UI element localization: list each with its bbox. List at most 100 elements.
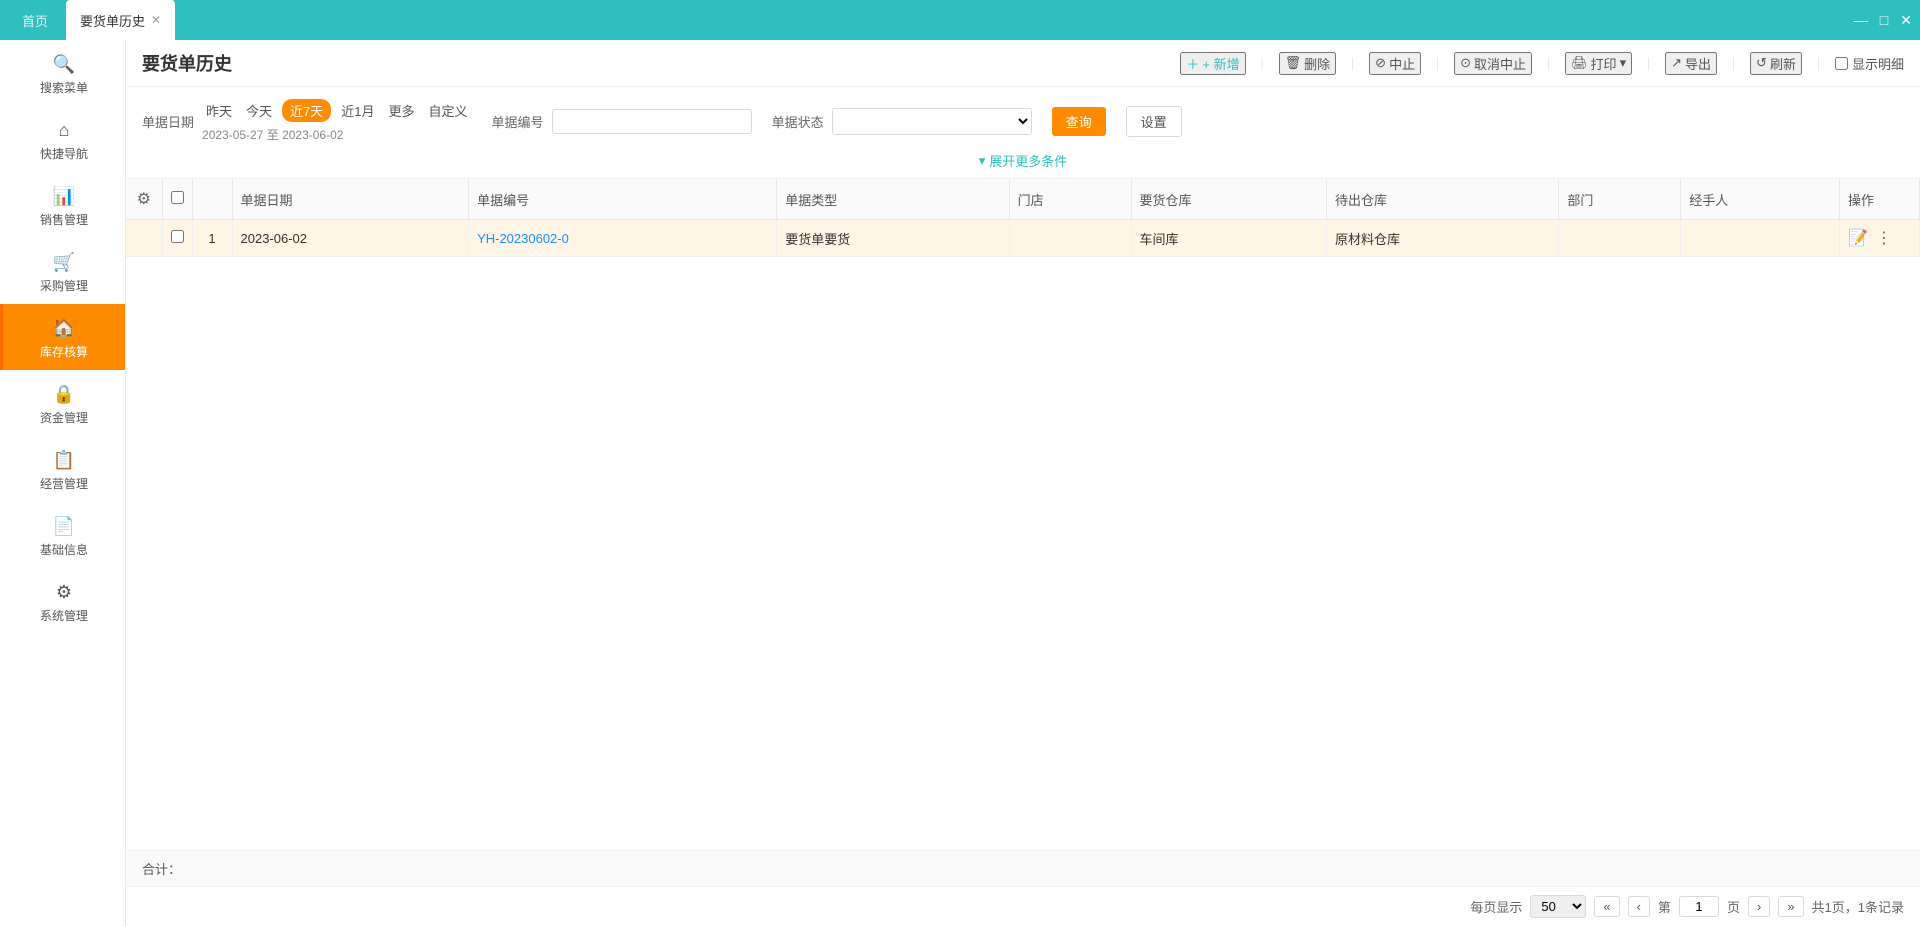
cancel-suspend-icon: ⊙: [1460, 55, 1471, 71]
sidebar-item-search[interactable]: 🔍 搜索菜单: [0, 40, 125, 106]
sidebar-item-inventory[interactable]: 🏠 库存核算: [0, 304, 125, 370]
per-page-label: 每页显示: [1470, 897, 1522, 916]
pagination: 每页显示 10 20 50 100 « ‹ 第 1 页 › » 共1页，1条记录: [126, 886, 1920, 926]
row-department-cell: [1559, 220, 1681, 257]
date-options: 昨天 今天 近7天 近1月 更多 自定义: [202, 99, 472, 122]
date-opt-custom[interactable]: 自定义: [425, 100, 472, 121]
divider4: ｜: [1542, 54, 1555, 73]
expand-icon: ▾: [979, 153, 986, 169]
sidebar-item-system[interactable]: ⚙ 系统管理: [0, 568, 125, 634]
table-header-row: ⚙ 单据日期 单据编号: [126, 179, 1920, 220]
page-header: 要货单历史 ＋ + 新增 ｜ 🗑 删除 ｜ ⊘ 中止 ｜ ⊙: [126, 40, 1920, 87]
col-date-header: 单据日期: [232, 179, 469, 220]
cancel-suspend-label: 取消中止: [1474, 54, 1526, 73]
refresh-label: 刷新: [1770, 54, 1796, 73]
summary-label: 合计：: [142, 862, 181, 877]
print-button[interactable]: 🖨 打印 ▾: [1565, 52, 1632, 75]
select-all-checkbox[interactable]: [171, 191, 184, 204]
sidebar-item-operation[interactable]: 📋 经营管理: [0, 436, 125, 502]
expand-more-btn[interactable]: ▾ 展开更多条件: [142, 151, 1904, 170]
export-label: 导出: [1685, 54, 1711, 73]
delete-label: 删除: [1304, 54, 1330, 73]
refresh-button[interactable]: ↺ 刷新: [1750, 52, 1802, 75]
suspend-label: 中止: [1389, 54, 1415, 73]
settings-button[interactable]: 设置: [1126, 106, 1182, 137]
sidebar-item-sales[interactable]: 📊 销售管理: [0, 172, 125, 238]
cancel-suspend-button[interactable]: ⊙ 取消中止: [1454, 52, 1532, 75]
row-settings-cell: [126, 220, 162, 257]
last-page-button[interactable]: »: [1778, 896, 1803, 917]
row-checkbox[interactable]: [171, 230, 184, 243]
home-icon: ⌂: [59, 120, 70, 141]
date-opt-1month[interactable]: 近1月: [337, 100, 378, 121]
row-waitwarehouse: 原材料仓库: [1335, 232, 1400, 247]
sidebar-label-system: 系统管理: [40, 607, 88, 624]
col-department-header: 部门: [1559, 179, 1681, 220]
export-button[interactable]: ↗ 导出: [1665, 52, 1717, 75]
prev-page-button[interactable]: ‹: [1628, 896, 1650, 917]
row-operations-cell: 📝 ⋮: [1840, 220, 1920, 257]
order-num-input[interactable]: [552, 109, 752, 134]
inventory-icon: 🏠: [53, 318, 75, 339]
finance-icon: 🔒: [53, 384, 75, 405]
first-page-button[interactable]: «: [1594, 896, 1619, 917]
date-opt-more[interactable]: 更多: [385, 100, 419, 121]
export-icon: ↗: [1671, 55, 1682, 71]
current-page-input[interactable]: 1: [1679, 896, 1719, 917]
sidebar-item-basicinfo[interactable]: 📄 基础信息: [0, 502, 125, 568]
divider7: ｜: [1812, 54, 1825, 73]
sidebar-label-search: 搜索菜单: [40, 79, 88, 96]
close-icon[interactable]: ✕: [1900, 12, 1912, 29]
sidebar: 🔍 搜索菜单 ⌂ 快捷导航 📊 销售管理 🛒 采购管理 🏠 库存核算 🔒 资金管…: [0, 40, 126, 926]
new-label: + 新增: [1202, 54, 1239, 73]
minimize-icon[interactable]: —: [1854, 12, 1868, 28]
tab-home[interactable]: 首页: [8, 0, 62, 40]
search-button[interactable]: 查询: [1052, 107, 1106, 136]
page-suffix-label: 页: [1727, 897, 1740, 916]
tab-close-icon[interactable]: ✕: [151, 13, 161, 27]
row-ordernum-cell: YH-20230602-0: [469, 220, 777, 257]
display-detail-checkbox[interactable]: [1835, 57, 1848, 70]
new-button[interactable]: ＋ + 新增: [1180, 52, 1245, 75]
order-num-label: 单据编号: [492, 112, 544, 131]
sidebar-label-sales: 销售管理: [40, 211, 88, 228]
sidebar-item-finance[interactable]: 🔒 资金管理: [0, 370, 125, 436]
maximize-icon[interactable]: □: [1880, 12, 1888, 28]
row-ordernum-link[interactable]: YH-20230602-0: [477, 231, 569, 246]
orders-table: ⚙ 单据日期 单据编号: [126, 179, 1920, 257]
date-opt-today[interactable]: 今天: [242, 100, 276, 121]
col-handler-header: 经手人: [1681, 179, 1840, 220]
header-actions: ＋ + 新增 ｜ 🗑 删除 ｜ ⊘ 中止 ｜ ⊙ 取消中止 ｜: [1180, 52, 1904, 75]
delete-button[interactable]: 🗑 删除: [1279, 52, 1337, 75]
date-opt-yesterday[interactable]: 昨天: [202, 100, 236, 121]
main-layout: 🔍 搜索菜单 ⌂ 快捷导航 📊 销售管理 🛒 采购管理 🏠 库存核算 🔒 资金管…: [0, 40, 1920, 926]
col-type-header: 单据类型: [777, 179, 1009, 220]
plus-icon: ＋: [1186, 54, 1199, 73]
row-reqwarehouse: 车间库: [1140, 232, 1179, 247]
suspend-button[interactable]: ⊘ 中止: [1369, 52, 1421, 75]
table-body: 1 2023-06-02 YH-20230602-0 要货单要货: [126, 220, 1920, 257]
sidebar-label-operation: 经营管理: [40, 475, 88, 492]
col-settings-header: ⚙: [126, 179, 162, 220]
display-detail-toggle[interactable]: 显示明细: [1835, 54, 1904, 73]
row-edit-icon[interactable]: 📝: [1848, 228, 1868, 248]
status-select[interactable]: [832, 108, 1032, 135]
col-reqwarehouse-header: 要货仓库: [1131, 179, 1327, 220]
per-page-select[interactable]: 10 20 50 100: [1530, 895, 1586, 918]
refresh-icon: ↺: [1756, 55, 1767, 71]
row-more-icon[interactable]: ⋮: [1876, 228, 1892, 248]
sidebar-item-quicknav[interactable]: ⌂ 快捷导航: [0, 106, 125, 172]
col-settings-icon[interactable]: ⚙: [137, 189, 151, 209]
row-checkbox-cell: [162, 220, 192, 257]
sidebar-item-purchase[interactable]: 🛒 采购管理: [0, 238, 125, 304]
next-page-button[interactable]: ›: [1748, 896, 1770, 917]
filter-bar: 单据日期 昨天 今天 近7天 近1月 更多 自定义 2023-05-27 至 2…: [126, 87, 1920, 179]
purchase-icon: 🛒: [53, 252, 75, 273]
tab-order-history[interactable]: 要货单历史 ✕: [66, 0, 175, 40]
delete-icon: 🗑: [1285, 55, 1302, 71]
sidebar-label-quicknav: 快捷导航: [40, 145, 88, 162]
col-ordernum-header: 单据编号: [469, 179, 777, 220]
display-detail-label: 显示明细: [1852, 54, 1904, 73]
date-opt-7days[interactable]: 近7天: [282, 99, 331, 122]
system-icon: ⚙: [56, 582, 72, 603]
